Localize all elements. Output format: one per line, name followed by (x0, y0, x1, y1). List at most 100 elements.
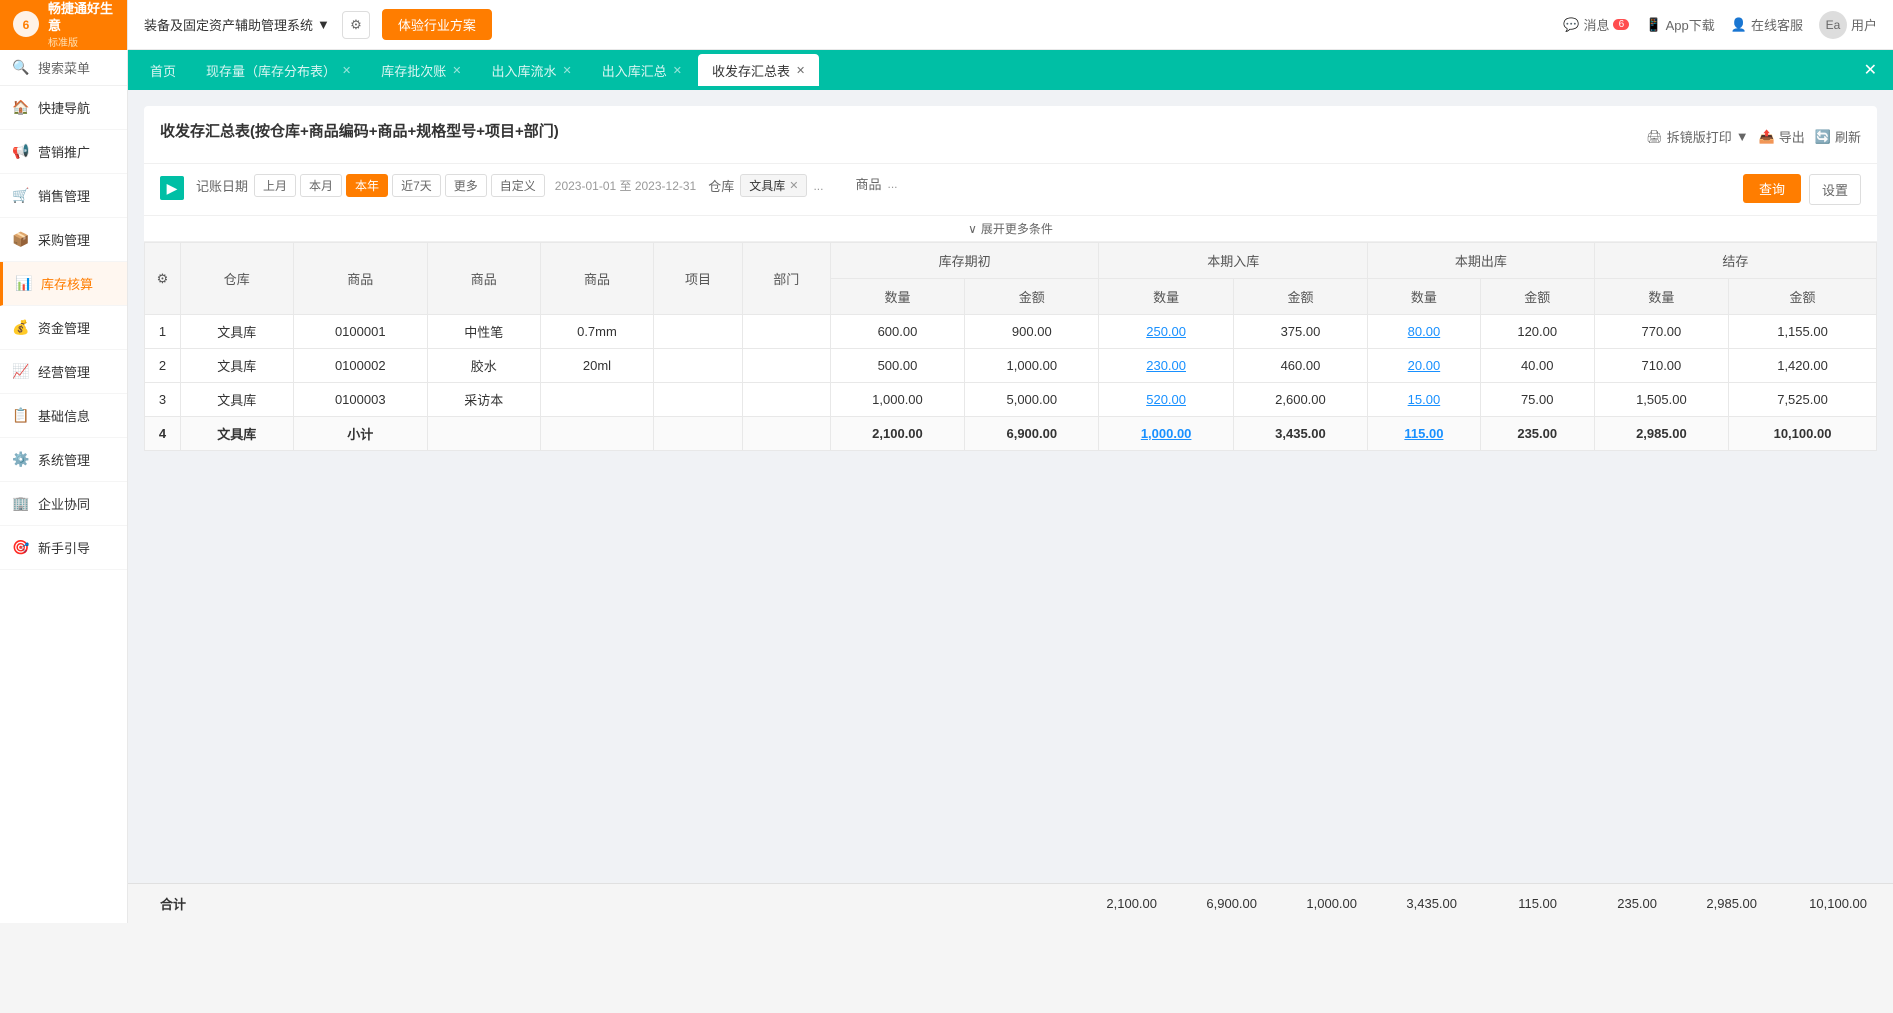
sidebar-item-sales[interactable]: 🛒 销售管理 (0, 174, 127, 218)
online-service-label: 在线客服 (1751, 15, 1803, 34)
filter-actions: 查询 设置 (1743, 174, 1861, 205)
goods-filter-label: 商品 (855, 174, 881, 193)
date-btn-more[interactable]: 更多 (445, 174, 487, 197)
messages-button[interactable]: 💬 消息 6 (1563, 15, 1629, 34)
goods-more-button[interactable]: ... (888, 177, 898, 191)
system-title-dropdown[interactable]: 装备及固定资产辅助管理系统 ▼ (144, 15, 330, 34)
warehouse-more-button[interactable]: ... (813, 179, 823, 193)
tabbar-close-button[interactable]: ✕ (1856, 60, 1885, 80)
td-out-qty-3[interactable]: 15.00 (1368, 383, 1481, 417)
td-in-amt-3: 2,600.00 (1233, 383, 1367, 417)
settings-gear-button[interactable]: ⚙ (342, 11, 370, 39)
filter-toggle-button[interactable]: ▶ (160, 176, 184, 200)
td-subtotal-bal-qty: 2,985.00 (1594, 417, 1728, 451)
td-name-1: 中性笔 (427, 315, 540, 349)
print-button[interactable]: 🖨 拆镜版打印 ▼ (1646, 127, 1748, 146)
sidebar-finance-label: 资金管理 (38, 318, 90, 337)
tab-batch-ledger-close[interactable]: ✕ (452, 64, 461, 77)
sidebar-item-guide[interactable]: 🎯 新手引导 (0, 526, 127, 570)
tab-inventory-dist[interactable]: 现存量（库存分布表） ✕ (192, 54, 365, 86)
tab-in-out-flow-close[interactable]: ✕ (563, 64, 572, 77)
sidebar-item-system[interactable]: ⚙️ 系统管理 (0, 438, 127, 482)
sidebar-logo[interactable]: 6 畅捷通好生意 标准版 (0, 0, 127, 50)
sidebar-item-search[interactable]: 🔍 搜索菜单 (0, 50, 127, 86)
th-goods-spec: 商品 (540, 243, 654, 315)
tab-home-label: 首页 (150, 61, 176, 80)
avatar: Ea (1819, 11, 1847, 39)
td-subtotal-out-amt: 235.00 (1480, 417, 1594, 451)
sidebar-item-marketing[interactable]: 📢 营销推广 (0, 130, 127, 174)
date-range-display: 2023-01-01 至 2023-12-31 (555, 177, 696, 194)
th-settings[interactable]: ⚙ (145, 243, 181, 315)
td-warehouse-3: 文具库 (181, 383, 294, 417)
tab-home[interactable]: 首页 (136, 54, 190, 86)
sidebar-nav-label: 快捷导航 (38, 98, 90, 117)
online-service-button[interactable]: 👤 在线客服 (1731, 15, 1803, 34)
td-begin-qty-2: 500.00 (830, 349, 964, 383)
td-subtotal-in-qty[interactable]: 1,000.00 (1099, 417, 1233, 451)
td-out-amt-2: 40.00 (1480, 349, 1594, 383)
tab-stock-summary-label: 收发存汇总表 (712, 61, 790, 80)
td-subtotal-out-qty[interactable]: 115.00 (1368, 417, 1481, 451)
td-out-qty-2[interactable]: 20.00 (1368, 349, 1481, 383)
sidebar-item-quick-nav[interactable]: 🏠 快捷导航 (0, 86, 127, 130)
td-dept-3 (742, 383, 830, 417)
td-in-qty-3[interactable]: 520.00 (1099, 383, 1233, 417)
app-download-button[interactable]: 📱 App下载 (1645, 15, 1714, 34)
date-btn-last-month[interactable]: 上月 (254, 174, 296, 197)
subtotal-row: 4 文具库 小计 2,100.00 6,900.00 1,000.00 3,43… (145, 417, 1877, 451)
sidebar: 6 畅捷通好生意 标准版 🔍 搜索菜单 🏠 快捷导航 📢 营销推广 🛒 销售管理… (0, 0, 128, 923)
data-table: ⚙ 仓库 商品 商品 商品 项目 部门 库存期初 本期入库 本期出库 结存 数量 (144, 242, 1877, 451)
settings-button[interactable]: 设置 (1809, 174, 1861, 205)
stock-icon: 📊 (15, 275, 33, 293)
user-menu[interactable]: Ea 用户 (1819, 11, 1877, 39)
sidebar-item-purchase[interactable]: 📦 采购管理 (0, 218, 127, 262)
sidebar-item-basic[interactable]: 📋 基础信息 (0, 394, 127, 438)
tab-in-out-summary-close[interactable]: ✕ (673, 64, 682, 77)
refresh-button[interactable]: 🔄 刷新 (1815, 127, 1861, 146)
tab-in-out-summary[interactable]: 出入库汇总 ✕ (588, 54, 696, 86)
export-button[interactable]: 📤 导出 (1759, 127, 1805, 146)
svg-text:6: 6 (23, 18, 30, 32)
system-title: 装备及固定资产辅助管理系统 (144, 15, 313, 34)
date-buttons: 上月 本月 本年 近7天 更多 自定义 (254, 174, 545, 197)
content-card: 收发存汇总表(按仓库+商品编码+商品+规格型号+项目+部门) 🖨 拆镜版打印 ▼… (144, 106, 1877, 451)
guide-icon: 🎯 (12, 539, 30, 557)
data-table-wrap: ⚙ 仓库 商品 商品 商品 项目 部门 库存期初 本期入库 本期出库 结存 数量 (144, 242, 1877, 451)
table-row: 2 文具库 0100002 胶水 20ml 500.00 1,000.00 23… (145, 349, 1877, 383)
td-in-qty-2[interactable]: 230.00 (1099, 349, 1233, 383)
date-btn-this-month[interactable]: 本月 (300, 174, 342, 197)
td-project-3 (654, 383, 742, 417)
td-warehouse-2: 文具库 (181, 349, 294, 383)
sidebar-item-finance[interactable]: 💰 资金管理 (0, 306, 127, 350)
sidebar-item-operation[interactable]: 📈 经营管理 (0, 350, 127, 394)
user-avatar-text: Ea (1826, 18, 1841, 32)
finance-icon: 💰 (12, 319, 30, 337)
sidebar-item-stock[interactable]: 📊 库存核算 (0, 262, 127, 306)
warehouse-tag-close-icon[interactable]: ✕ (789, 179, 798, 192)
date-btn-7days[interactable]: 近7天 (392, 174, 441, 197)
date-btn-this-year[interactable]: 本年 (346, 174, 388, 197)
trial-button[interactable]: 体验行业方案 (382, 9, 492, 40)
warehouse-tag[interactable]: 文具库 ✕ (740, 174, 807, 197)
tab-batch-ledger[interactable]: 库存批次账 ✕ (367, 54, 475, 86)
th-bal-amt: 金额 (1729, 279, 1877, 315)
date-filter-label: 记账日期 (196, 176, 248, 195)
th-out-qty: 数量 (1368, 279, 1481, 315)
th-out-amt: 金额 (1480, 279, 1594, 315)
expand-more-bar[interactable]: ∨ 展开更多条件 (144, 216, 1877, 242)
tab-in-out-flow[interactable]: 出入库流水 ✕ (477, 54, 585, 86)
tab-stock-summary-close[interactable]: ✕ (796, 64, 805, 77)
tab-stock-summary[interactable]: 收发存汇总表 ✕ (698, 54, 819, 86)
td-name-3: 采访本 (427, 383, 540, 417)
td-in-qty-1[interactable]: 250.00 (1099, 315, 1233, 349)
sidebar-marketing-label: 营销推广 (38, 142, 90, 161)
sidebar-item-enterprise[interactable]: 🏢 企业协同 (0, 482, 127, 526)
sales-icon: 🛒 (12, 187, 30, 205)
date-btn-custom[interactable]: 自定义 (491, 174, 545, 197)
td-out-qty-1[interactable]: 80.00 (1368, 315, 1481, 349)
total-out-qty: 115.00 (1467, 896, 1567, 911)
td-index-3: 3 (145, 383, 181, 417)
tab-inventory-dist-close[interactable]: ✕ (342, 64, 351, 77)
query-button[interactable]: 查询 (1743, 174, 1801, 203)
